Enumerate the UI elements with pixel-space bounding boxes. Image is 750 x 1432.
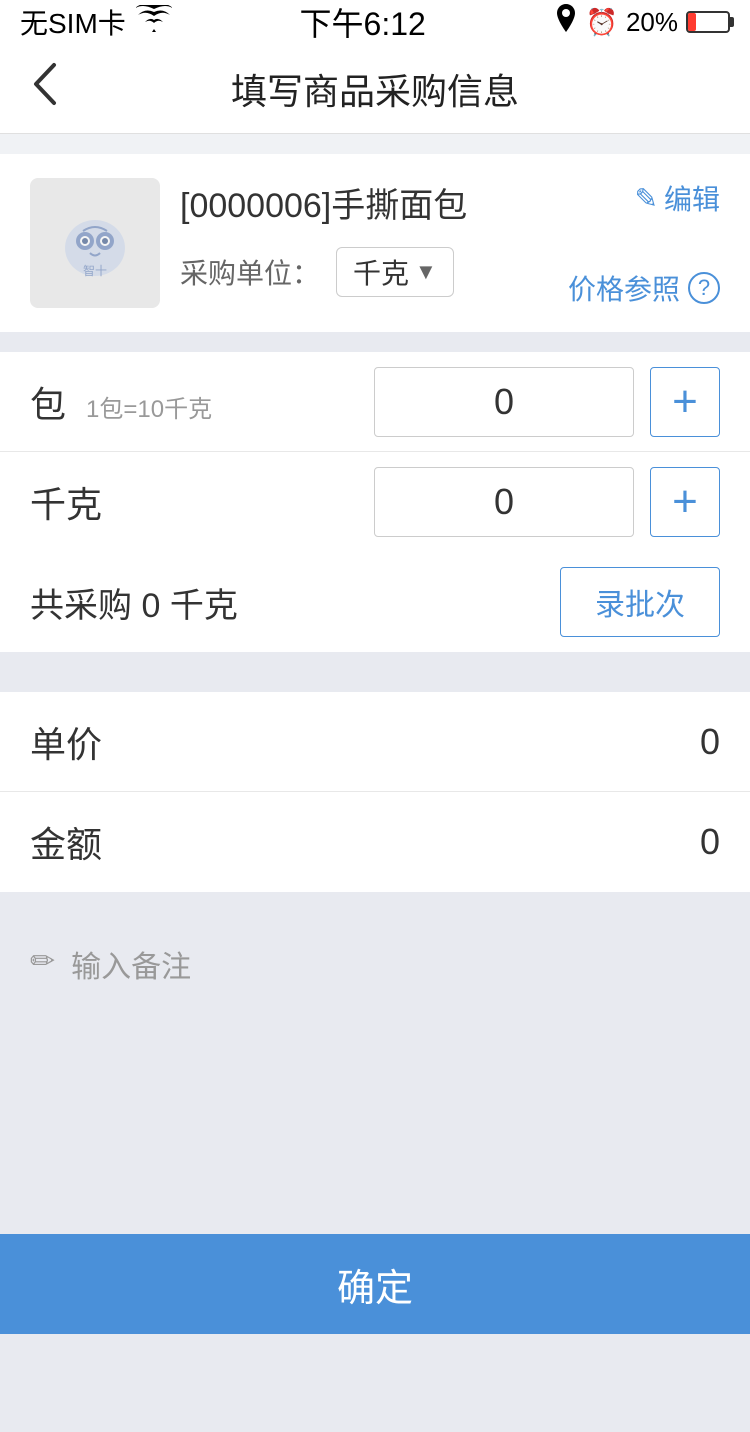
amount-value: 0 (700, 821, 720, 863)
batch-label: 录批次 (595, 580, 685, 624)
battery-percent: 20% (626, 7, 678, 38)
kg-plus-button[interactable]: + (650, 467, 720, 537)
total-unit: 千克 (170, 587, 238, 625)
wifi-icon (136, 5, 172, 40)
kg-input-row: 千克 0 + (0, 452, 750, 552)
battery-indicator (686, 11, 730, 33)
pack-plus-button[interactable]: + (650, 367, 720, 437)
product-card: 智十 [0000006]手撕面包 采购单位： 千克 ▼ ✎ 编辑 价格参照 ? (0, 154, 750, 332)
pack-label: 包 (30, 384, 66, 425)
pack-plus-icon: + (672, 377, 698, 427)
section-divider-1 (0, 332, 750, 352)
total-value: 0 (141, 587, 160, 625)
page-title: 填写商品采购信息 (231, 63, 519, 115)
unit-select[interactable]: 千克 ▼ (336, 247, 454, 297)
edit-label: 编辑 (664, 178, 720, 218)
unit-price-row: 单价 0 (0, 692, 750, 792)
status-bar: 无SIM卡 下午6:12 ⏰ 20% (0, 0, 750, 44)
page-header: 填写商品采购信息 (0, 44, 750, 134)
edit-button[interactable]: ✎ 编辑 (635, 178, 720, 218)
unit-select-arrow: ▼ (415, 259, 437, 285)
note-placeholder: 输入备注 (71, 942, 191, 986)
confirm-button[interactable]: 确定 (0, 1234, 750, 1334)
input-section: 包 1包=10千克 0 + 千克 0 + (0, 352, 750, 552)
pencil-icon: ✏ (30, 944, 55, 979)
product-image: 智十 (30, 178, 160, 308)
price-ref-label: 价格参照 (568, 268, 680, 308)
battery-fill (688, 13, 696, 31)
confirm-label: 确定 (337, 1257, 413, 1312)
pack-input[interactable]: 0 (374, 367, 634, 437)
price-section: 单价 0 金额 0 (0, 692, 750, 892)
unit-price-value: 0 (700, 721, 720, 763)
unit-label: 采购单位： (180, 252, 320, 292)
amount-row: 金额 0 (0, 792, 750, 892)
status-left: 无SIM卡 (20, 2, 172, 42)
unit-value: 千克 (353, 252, 409, 292)
amount-label: 金额 (30, 816, 102, 868)
kg-value: 0 (494, 481, 514, 523)
total-text: 共采购 0 千克 (30, 578, 238, 627)
pack-label-group: 包 1包=10千克 (30, 376, 374, 428)
back-button[interactable] (30, 61, 78, 117)
location-icon (554, 4, 578, 41)
total-label: 共采购 (30, 587, 132, 625)
batch-button[interactable]: 录批次 (560, 567, 720, 637)
svg-text:智十: 智十 (83, 263, 107, 278)
note-section[interactable]: ✏ 输入备注 (0, 912, 750, 1032)
edit-icon: ✎ (635, 182, 658, 215)
section-divider-2 (0, 652, 750, 672)
pack-sublabel: 1包=10千克 (86, 396, 212, 423)
carrier-label: 无SIM卡 (20, 2, 126, 42)
alarm-icon: ⏰ (586, 7, 618, 38)
status-time: 下午6:12 (300, 0, 426, 45)
help-icon: ? (688, 272, 720, 304)
price-ref-button[interactable]: 价格参照 ? (568, 268, 720, 308)
total-row: 共采购 0 千克 录批次 (0, 552, 750, 652)
kg-plus-icon: + (672, 477, 698, 527)
pack-input-row: 包 1包=10千克 0 + (0, 352, 750, 452)
status-right: ⏰ 20% (554, 4, 730, 41)
pack-value: 0 (494, 381, 514, 423)
kg-input[interactable]: 0 (374, 467, 634, 537)
kg-label: 千克 (30, 476, 374, 528)
unit-price-label: 单价 (30, 716, 102, 768)
